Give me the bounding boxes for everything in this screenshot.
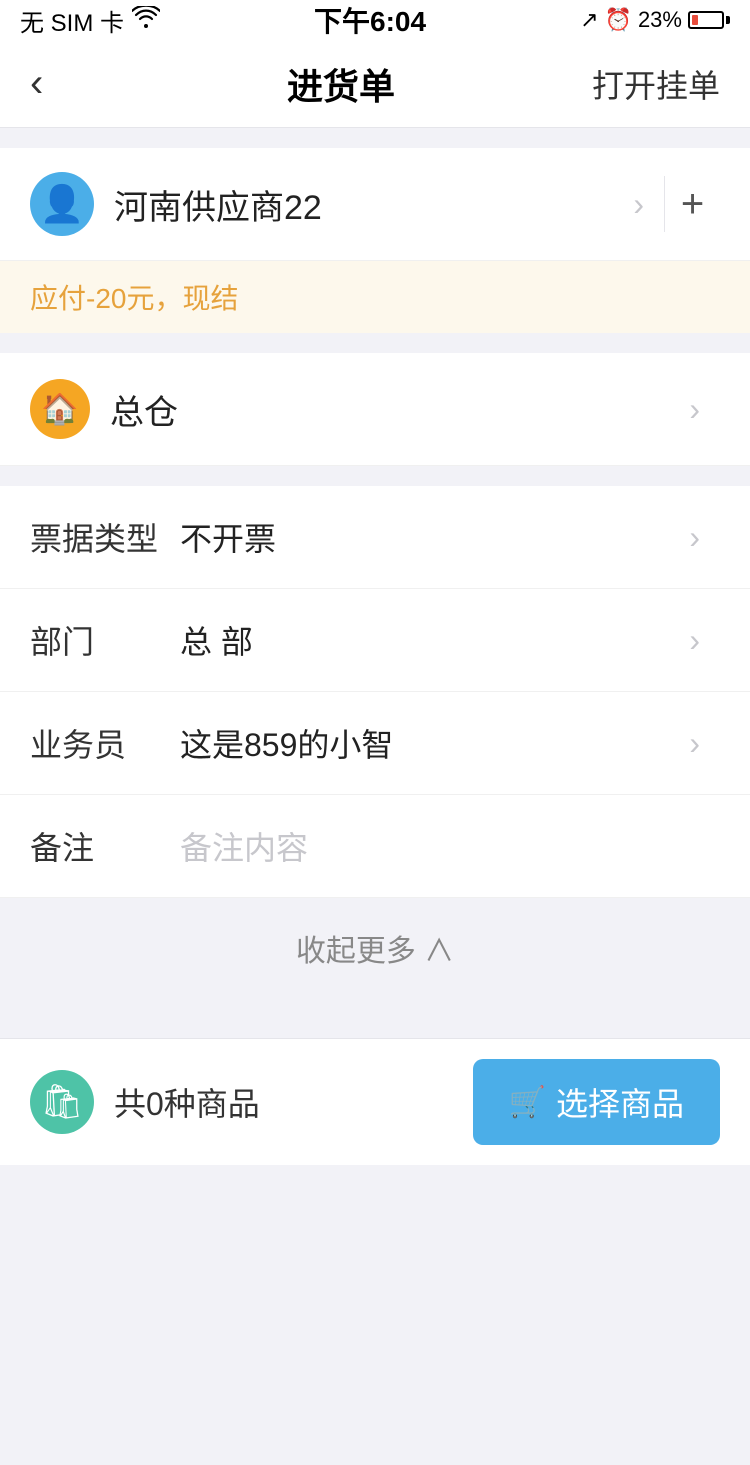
- collapse-row[interactable]: 收起更多 ∧: [0, 898, 750, 998]
- product-bag-icon: 🛍: [40, 1082, 83, 1122]
- notice-text: 应付-20元，现结: [30, 283, 238, 314]
- remark-label: 备注: [30, 823, 170, 869]
- alarm-icon: ⏰: [605, 7, 632, 33]
- status-left: 无 SIM 卡: [20, 3, 160, 38]
- salesperson-row[interactable]: 业务员 这是859的小智 ›: [0, 692, 750, 795]
- salesperson-label: 业务员: [30, 720, 170, 766]
- select-product-button[interactable]: 🛒 选择商品: [473, 1059, 720, 1145]
- section-gap-3: [0, 466, 750, 486]
- warehouse-icon-wrap: 🏠: [30, 379, 90, 439]
- section-gap-2: [0, 333, 750, 353]
- supplier-row[interactable]: 👤 河南供应商22 › +: [0, 148, 750, 261]
- product-icon-wrap: 🛍: [30, 1070, 94, 1134]
- status-time: 下午6:04: [314, 0, 426, 40]
- battery-icon: [688, 11, 730, 29]
- location-icon: ↗: [580, 7, 598, 33]
- warehouse-section: 🏠 总仓 ›: [0, 353, 750, 466]
- department-value: 总 部: [170, 617, 689, 663]
- department-chevron-icon: ›: [689, 622, 700, 659]
- open-pending-button[interactable]: 打开挂单: [592, 61, 720, 107]
- form-section: 票据类型 不开票 › 部门 总 部 › 业务员 这是859的小智 › 备注 备注…: [0, 486, 750, 898]
- remark-row[interactable]: 备注 备注内容: [0, 795, 750, 898]
- department-row[interactable]: 部门 总 部 ›: [0, 589, 750, 692]
- salesperson-value: 这是859的小智: [170, 720, 689, 766]
- select-product-label: 选择商品: [556, 1079, 684, 1125]
- salesperson-chevron-icon: ›: [689, 725, 700, 762]
- add-supplier-button[interactable]: +: [664, 176, 720, 232]
- supplier-avatar: 👤: [30, 172, 94, 236]
- supplier-section: 👤 河南供应商22 › + 应付-20元，现结: [0, 148, 750, 333]
- section-gap-1: [0, 128, 750, 148]
- carrier-text: 无 SIM 卡: [20, 3, 124, 38]
- status-bar: 无 SIM 卡 下午6:04 ↗ ⏰ 23%: [0, 0, 750, 40]
- battery-percent: 23%: [638, 7, 682, 33]
- page-background: [0, 1165, 750, 1465]
- avatar-person-icon: 👤: [40, 183, 85, 225]
- product-count: 共0种商品: [114, 1079, 473, 1125]
- page-title: 进货单: [287, 58, 395, 110]
- ticket-type-chevron-icon: ›: [689, 519, 700, 556]
- collapse-label: 收起更多 ∧: [296, 926, 454, 970]
- select-cart-icon: 🛒: [509, 1085, 546, 1120]
- ticket-type-value: 不开票: [170, 514, 689, 560]
- department-label: 部门: [30, 617, 170, 663]
- nav-bar: ‹ 进货单 打开挂单: [0, 40, 750, 128]
- supplier-chevron-icon: ›: [633, 186, 644, 223]
- bottom-bar: 🛍 共0种商品 🛒 选择商品: [0, 1038, 750, 1165]
- notice-bar: 应付-20元，现结: [0, 261, 750, 333]
- warehouse-icon: 🏠: [41, 392, 78, 427]
- section-gap-4: [0, 998, 750, 1038]
- warehouse-label: 总仓: [110, 385, 689, 434]
- status-right: ↗ ⏰ 23%: [580, 7, 730, 33]
- ticket-type-label: 票据类型: [30, 514, 170, 560]
- wifi-icon: [132, 6, 160, 35]
- warehouse-chevron-icon: ›: [689, 391, 700, 428]
- remark-input[interactable]: 备注内容: [170, 823, 720, 869]
- ticket-type-row[interactable]: 票据类型 不开票 ›: [0, 486, 750, 589]
- back-button[interactable]: ‹: [30, 61, 90, 106]
- warehouse-row[interactable]: 🏠 总仓 ›: [0, 353, 750, 466]
- supplier-name: 河南供应商22: [114, 180, 633, 229]
